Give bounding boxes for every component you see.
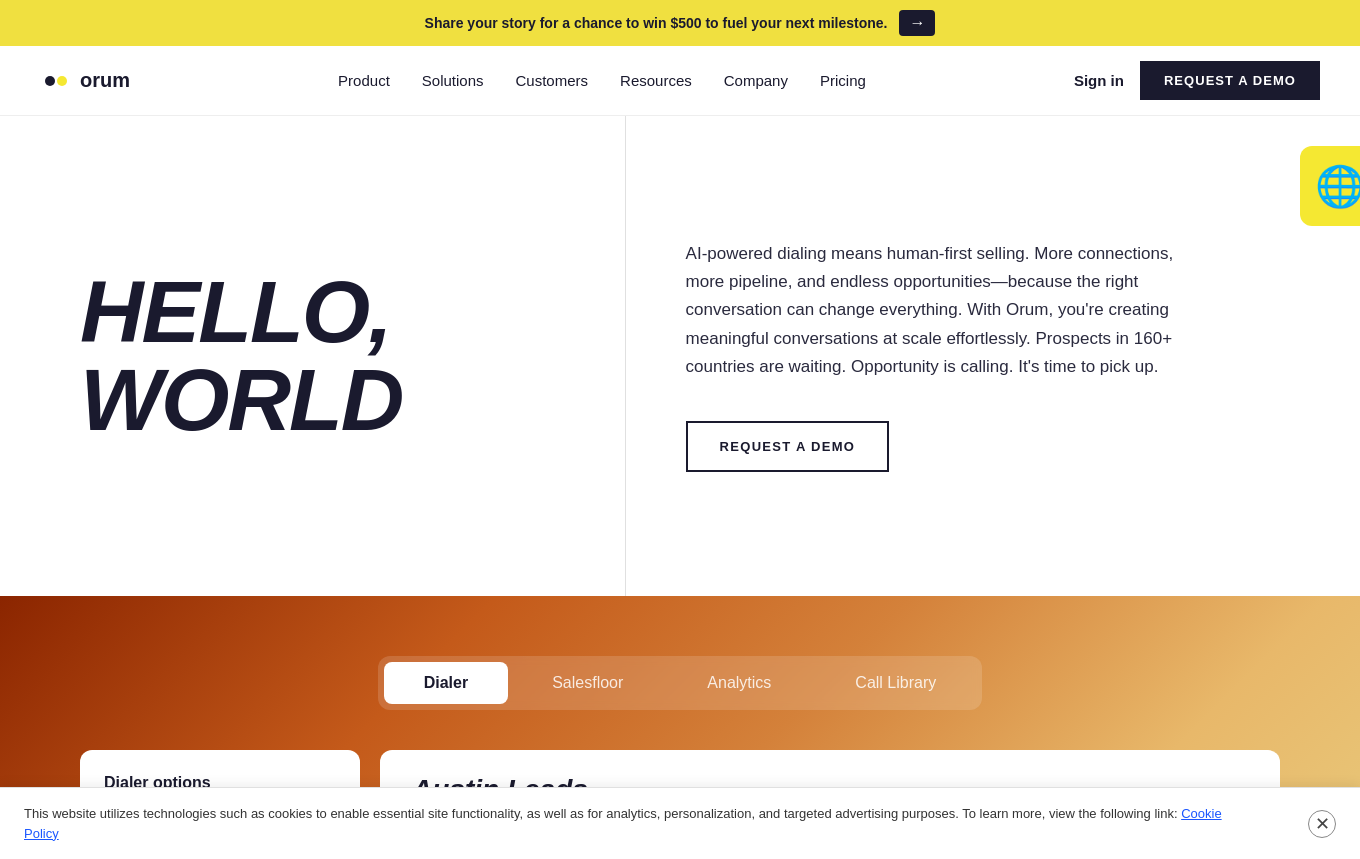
hero-request-demo-button[interactable]: REQUEST A DEMO [686,421,890,472]
logo-icon [40,65,72,97]
nav-item-company[interactable]: Company [712,64,800,97]
nav-actions: Sign in REQUEST A DEMO [1074,61,1320,100]
hero-headline-line1: HELLO, [80,262,391,361]
svg-point-1 [57,76,67,86]
announcement-bar: Share your story for a chance to win $50… [0,0,1360,46]
tab-salesfloor[interactable]: Salesfloor [512,662,663,704]
nav-item-solutions[interactable]: Solutions [410,64,496,97]
navbar: orum Product Solutions Customers Resourc… [0,46,1360,116]
cookie-text: This website utilizes technologies such … [24,804,1224,843]
globe-icon: 🌐 [1300,146,1360,226]
logo-text: orum [80,69,130,92]
nav-links: Product Solutions Customers Resources Co… [326,72,878,90]
announcement-arrow-button[interactable]: → [899,10,935,36]
announcement-text: Share your story for a chance to win $50… [425,15,888,31]
hero-section: HELLO, WORLD AI-powered dialing means hu… [0,116,1360,596]
tab-dialer[interactable]: Dialer [384,662,508,704]
nav-item-customers[interactable]: Customers [504,64,601,97]
nav-item-product[interactable]: Product [326,64,402,97]
hero-headline-line2: WORLD [80,350,402,449]
nav-item-pricing[interactable]: Pricing [808,64,878,97]
nav-item-resources[interactable]: Resources [608,64,704,97]
cookie-close-button[interactable]: ✕ [1308,810,1336,838]
cookie-banner: This website utilizes technologies such … [0,787,1360,859]
hero-body-text: AI-powered dialing means human-first sel… [686,240,1206,380]
product-tabs: Dialer Salesfloor Analytics Call Library [378,656,983,710]
sign-in-button[interactable]: Sign in [1074,72,1124,89]
hero-right: AI-powered dialing means human-first sel… [626,116,1360,596]
tab-call-library[interactable]: Call Library [815,662,976,704]
hero-headline: HELLO, WORLD [80,268,402,444]
svg-point-0 [45,76,55,86]
hero-left: HELLO, WORLD [0,116,626,596]
logo[interactable]: orum [40,65,130,97]
tab-analytics[interactable]: Analytics [667,662,811,704]
nav-request-demo-button[interactable]: REQUEST A DEMO [1140,61,1320,100]
